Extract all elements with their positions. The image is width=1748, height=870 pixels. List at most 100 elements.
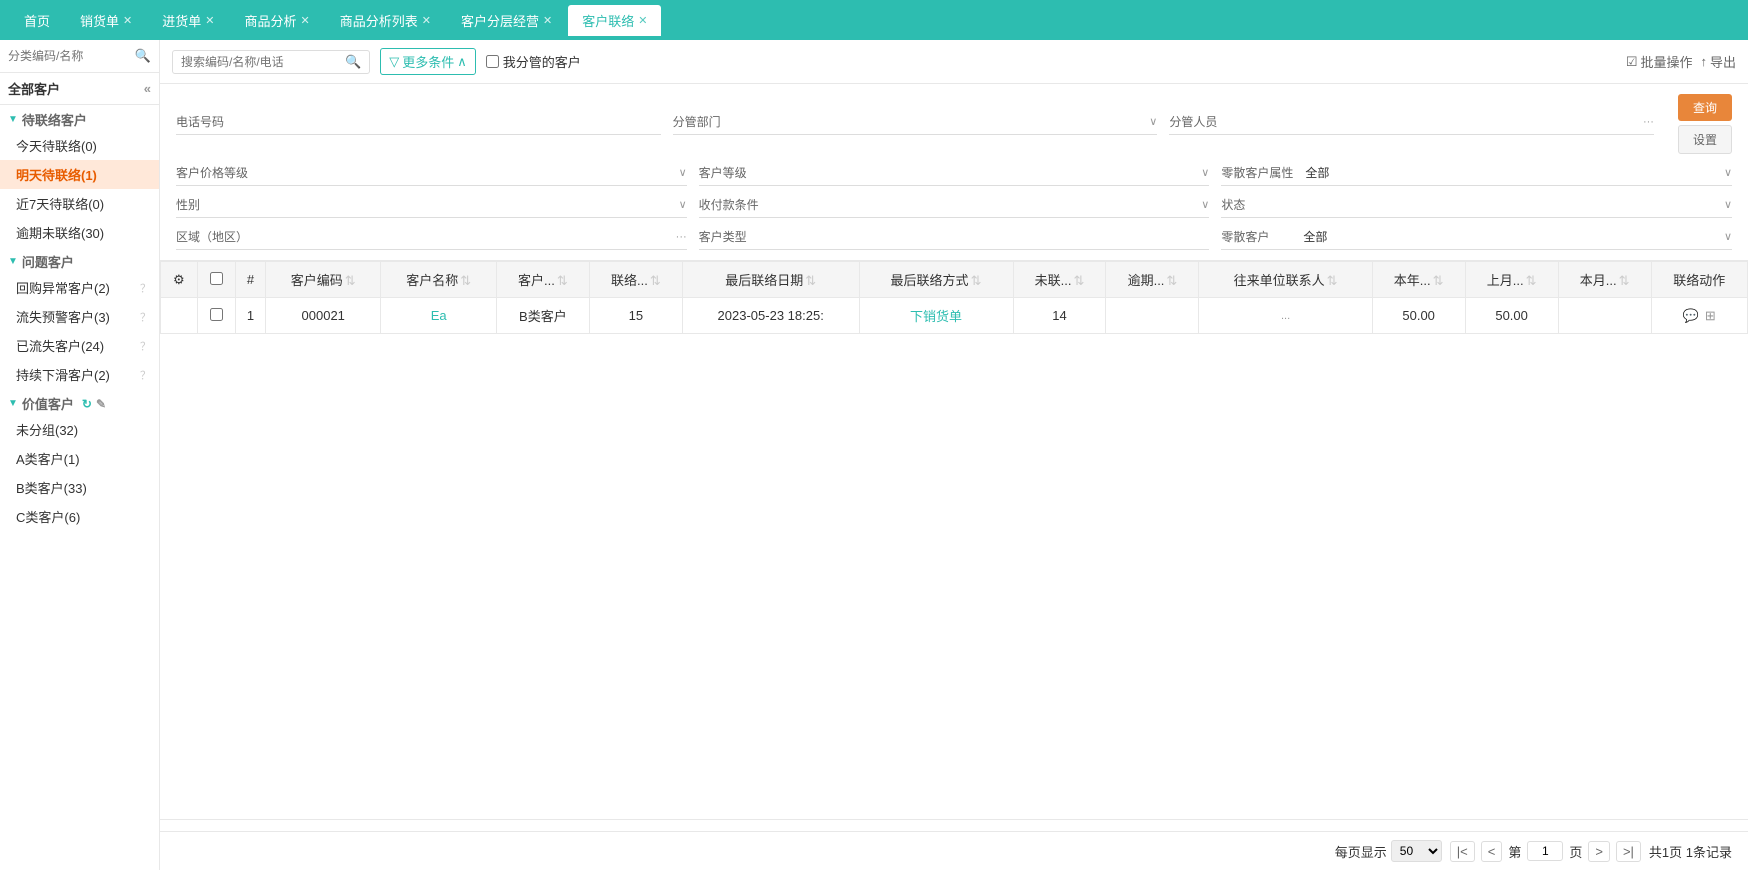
cell-not-contact: 14 (1013, 298, 1106, 334)
nav-customer-contact[interactable]: 客户联络 ✕ (568, 5, 661, 36)
filter-retail-customer: 零散客户 全部 ∨ (1221, 228, 1732, 250)
page-input[interactable] (1527, 841, 1563, 861)
sidebar-item-tomorrow[interactable]: 明天待联络(1) (0, 160, 159, 189)
my-customers-checkbox[interactable]: 我分管的客户 (486, 52, 581, 71)
more-conditions-btn[interactable]: ▽ 更多条件 ∧ (380, 48, 476, 75)
my-customers-check[interactable] (486, 55, 499, 68)
search-icon[interactable]: 🔍 (135, 48, 151, 64)
total-records: 共1页 1条记录 (1649, 842, 1732, 861)
col-index: # (236, 262, 266, 298)
first-page-btn[interactable]: |< (1450, 841, 1475, 862)
sidebar-search-input[interactable] (8, 49, 131, 63)
action-icon-group: 💬 ⊞ (1658, 308, 1741, 324)
more-icon[interactable]: ··· (1643, 116, 1654, 128)
last-page-btn[interactable]: >| (1616, 841, 1641, 862)
col-last-method[interactable]: 最后联络方式⇅ (859, 262, 1013, 298)
sidebar-group-problem-label: 问题客户 (22, 252, 74, 271)
close-icon[interactable]: ✕ (638, 14, 647, 27)
col-this-year[interactable]: 本年...⇅ (1372, 262, 1465, 298)
cell-unit-contact: ... (1199, 298, 1372, 334)
chevron-down-icon[interactable]: ∨ (1724, 166, 1732, 179)
more-icon[interactable]: ··· (676, 231, 687, 243)
col-name[interactable]: 客户名称⇅ (381, 262, 496, 298)
cell-action: 💬 ⊞ (1651, 298, 1747, 334)
sidebar-item-class-a[interactable]: A类客户(1) (0, 444, 159, 473)
close-icon[interactable]: ✕ (205, 14, 214, 27)
all-customers-section: 全部客户 « (0, 73, 159, 105)
next-page-btn[interactable]: > (1588, 841, 1610, 862)
sidebar-item-churned[interactable]: 已流失客户(24) ？ (0, 331, 159, 360)
sidebar-icons: « (144, 81, 151, 96)
close-icon[interactable]: ✕ (301, 14, 310, 27)
col-unit-contact[interactable]: 往来单位联系人⇅ (1199, 262, 1372, 298)
chevron-down-icon[interactable]: ∨ (679, 198, 687, 211)
content-area: 🔍 ▽ 更多条件 ∧ 我分管的客户 ☑ 批量操作 ↑ 导出 (160, 40, 1748, 870)
arrow-icon: ▼ (8, 114, 18, 125)
cell-name[interactable]: Ea (381, 298, 496, 334)
nav-product-analysis-list[interactable]: 商品分析列表 ✕ (326, 5, 445, 36)
cell-checkbox[interactable] (197, 298, 236, 334)
chevron-down-icon[interactable]: ∨ (1724, 230, 1732, 243)
nav-customer-tier[interactable]: 客户分层经营 ✕ (447, 5, 566, 36)
sidebar-item-class-b[interactable]: B类客户(33) (0, 473, 159, 502)
grid-icon[interactable]: ⊞ (1705, 308, 1716, 324)
sidebar-search-box: 🔍 (0, 40, 159, 73)
filter-dept: 分管部门 ∨ (673, 113, 1158, 135)
cell-last-method[interactable]: 下销货单 (859, 298, 1013, 334)
col-overdue[interactable]: 逾期...⇅ (1106, 262, 1199, 298)
col-settings[interactable]: ⚙ (161, 262, 198, 298)
phone-input[interactable] (254, 115, 661, 129)
sidebar-item-7days[interactable]: 近7天待联络(0) (0, 189, 159, 218)
query-button[interactable]: 查询 (1678, 94, 1732, 121)
search-input[interactable] (181, 55, 341, 69)
sidebar-item-churn-warning[interactable]: 流失预警客户(3) ？ (0, 302, 159, 331)
sidebar-group-value-label: 价值客户 (22, 394, 74, 413)
horizontal-scrollbar[interactable] (160, 819, 1748, 831)
refresh-icon[interactable]: ↻ (82, 397, 92, 411)
col-not-contact[interactable]: 未联...⇅ (1013, 262, 1106, 298)
search-icon[interactable]: 🔍 (345, 54, 361, 70)
all-customers-label[interactable]: 全部客户 (8, 79, 60, 98)
col-type[interactable]: 客户...⇅ (496, 262, 589, 298)
nav-home[interactable]: 首页 (10, 5, 64, 36)
chevron-up-icon: ∧ (457, 54, 467, 70)
filter-row-4: 区域（地区） ··· 客户类型 零散客户 全部 ∨ (176, 228, 1732, 250)
sidebar-item-overdue[interactable]: 逾期未联络(30) (0, 218, 159, 247)
col-last-date[interactable]: 最后联络日期⇅ (682, 262, 859, 298)
col-this-month[interactable]: 本月...⇅ (1558, 262, 1651, 298)
chevron-down-icon[interactable]: ∨ (1149, 115, 1157, 128)
chevron-down-icon[interactable]: ∨ (1724, 198, 1732, 211)
close-icon[interactable]: ✕ (422, 14, 431, 27)
setting-button[interactable]: 设置 (1678, 125, 1732, 154)
close-icon[interactable]: ✕ (543, 14, 552, 27)
collapse-icon[interactable]: « (144, 81, 151, 96)
chevron-down-icon[interactable]: ∨ (1201, 198, 1209, 211)
chat-icon[interactable]: 💬 (1683, 308, 1699, 324)
table-area: ⚙ # 客户编码⇅ 客户名称⇅ 客户...⇅ 联络...⇅ 最后联络日期⇅ 最后… (160, 261, 1748, 819)
sidebar-item-ungrouped[interactable]: 未分组(32) (0, 415, 159, 444)
export-btn[interactable]: ↑ 导出 (1700, 52, 1736, 71)
col-code[interactable]: 客户编码⇅ (266, 262, 381, 298)
prev-page-btn[interactable]: < (1481, 841, 1503, 862)
per-page-select[interactable]: 50 100 200 (1391, 840, 1442, 862)
bulk-action-btn[interactable]: ☑ 批量操作 (1626, 52, 1693, 71)
nav-sales-order[interactable]: 销货单 ✕ (66, 5, 146, 36)
sidebar-item-declining[interactable]: 持续下滑客户(2) ？ (0, 360, 159, 389)
sidebar-item-repurchase-abnormal[interactable]: 回购异常客户(2) ？ (0, 273, 159, 302)
col-last-month[interactable]: 上月...⇅ (1465, 262, 1558, 298)
col-contact[interactable]: 联络...⇅ (589, 262, 682, 298)
filter-price-level: 客户价格等级 ∨ (176, 164, 687, 186)
nav-purchase-order[interactable]: 进货单 ✕ (148, 5, 228, 36)
row-checkbox[interactable] (210, 308, 223, 321)
nav-product-analysis[interactable]: 商品分析 ✕ (230, 5, 323, 36)
col-checkbox[interactable] (197, 262, 236, 298)
edit-icon[interactable]: ✎ (96, 397, 106, 411)
chevron-down-icon[interactable]: ∨ (679, 166, 687, 179)
select-all-checkbox[interactable] (210, 272, 223, 285)
filter-action-buttons: 查询 设置 (1678, 94, 1732, 154)
last-method-link[interactable]: 下销货单 (910, 309, 962, 324)
close-icon[interactable]: ✕ (123, 14, 132, 27)
sidebar-item-today[interactable]: 今天待联络(0) (0, 131, 159, 160)
sidebar-item-class-c[interactable]: C类客户(6) (0, 502, 159, 531)
chevron-down-icon[interactable]: ∨ (1201, 166, 1209, 179)
